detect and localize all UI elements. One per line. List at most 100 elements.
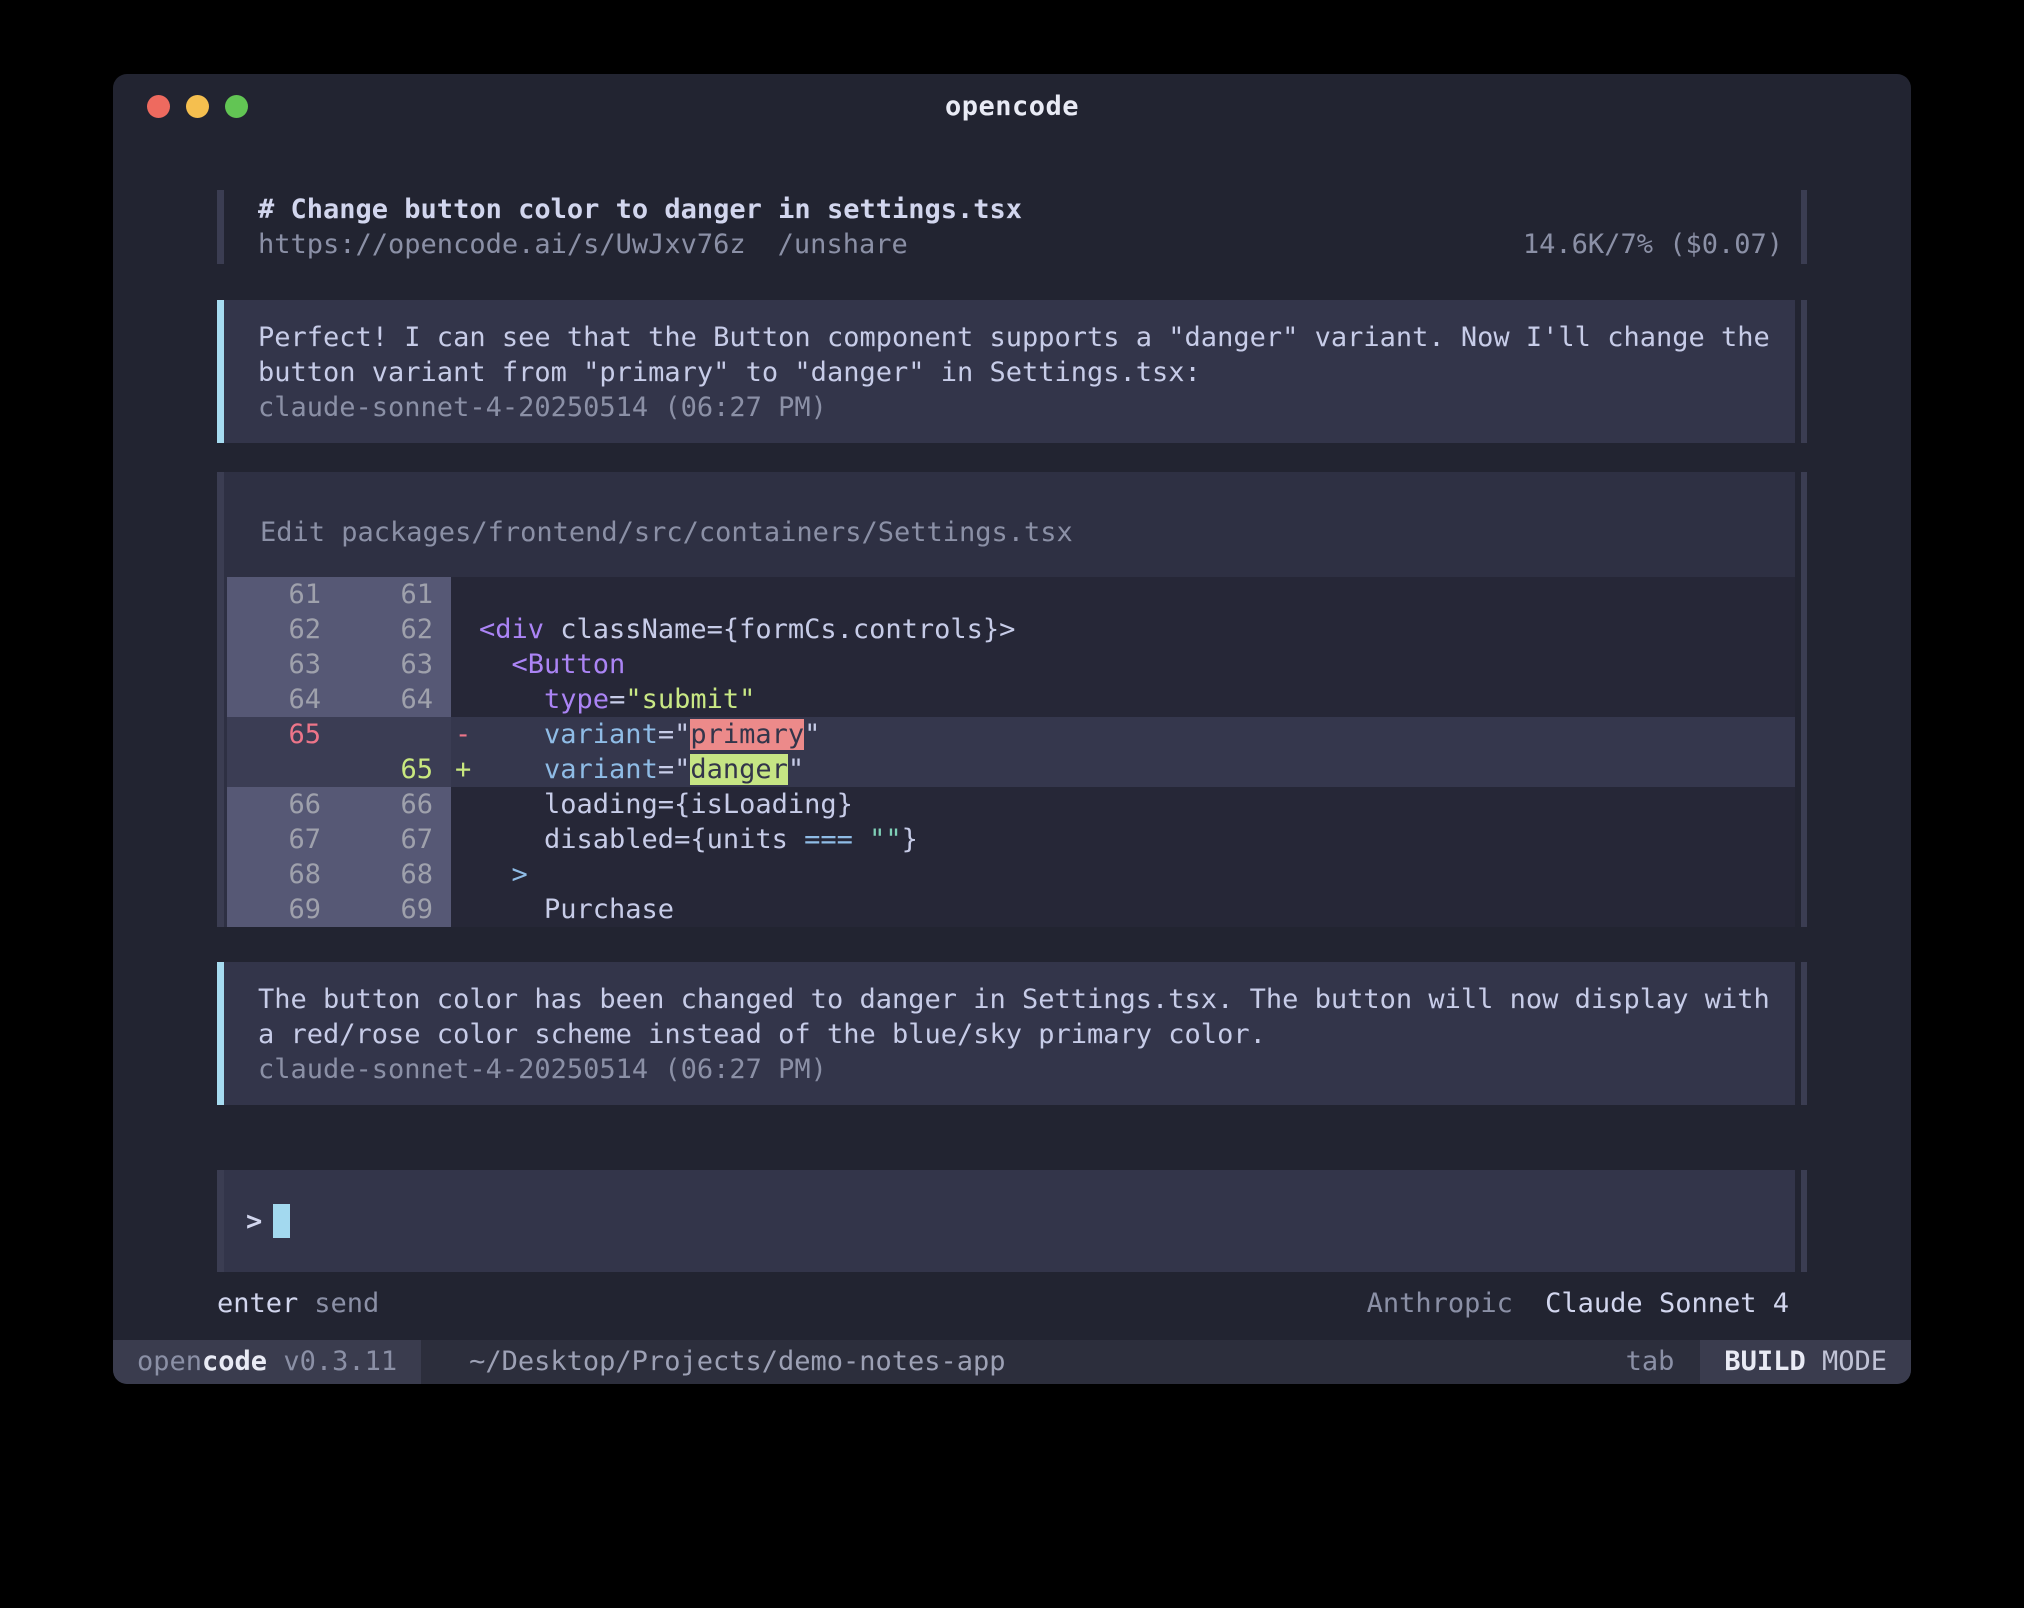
- code-token: [479, 859, 512, 890]
- code-token: [479, 719, 544, 750]
- code-token: "": [869, 824, 902, 855]
- code-line: variant="primary": [479, 717, 1795, 752]
- code-token: [479, 649, 512, 680]
- diff-marker: [451, 787, 479, 822]
- model-label: Claude Sonnet 4: [1545, 1288, 1789, 1319]
- new-line-number: 62: [339, 612, 451, 647]
- code-line: type="submit": [479, 682, 1795, 717]
- code-token: ===: [804, 824, 853, 855]
- mode-badge[interactable]: BUILD MODE: [1700, 1340, 1911, 1384]
- diff-row: 65+ variant="danger": [227, 752, 1795, 787]
- old-line-number: 65: [227, 717, 339, 752]
- diff-row: 6767 disabled={units === ""}: [227, 822, 1795, 857]
- message-line: Perfect! I can see that the Button compo…: [258, 320, 1775, 355]
- old-line-number: 61: [227, 577, 339, 612]
- code-line: loading={isLoading}: [479, 787, 1795, 822]
- code-token: <Button: [512, 649, 626, 680]
- old-line-number: 69: [227, 892, 339, 927]
- window-title: opencode: [113, 74, 1911, 138]
- code-line: disabled={units === ""}: [479, 822, 1795, 857]
- opencode-window: opencode # Change button color to danger…: [113, 74, 1911, 1384]
- code-line: <div className={formCs.controls}>: [479, 612, 1795, 647]
- token-cost-stats: 14.6K/7% ($0.07): [1523, 227, 1795, 262]
- diff-row: 6262 <div className={formCs.controls}>: [227, 612, 1795, 647]
- code-token: Purchase: [479, 894, 674, 925]
- old-line-number: 64: [227, 682, 339, 717]
- diff-rows: 61616262 <div className={formCs.controls}…: [224, 577, 1795, 927]
- edit-tool-block: Edit packages/frontend/src/containers/Se…: [217, 472, 1807, 927]
- brand-open: open: [137, 1346, 202, 1377]
- message-meta: claude-sonnet-4-20250514 (06:27 PM): [258, 390, 1775, 425]
- code-token: <div: [479, 614, 544, 645]
- code-token: className={formCs.controls}>: [544, 614, 1015, 645]
- diff-marker: [451, 577, 479, 612]
- mode-key: BUILD: [1724, 1346, 1805, 1377]
- new-line-number: 65: [339, 752, 451, 787]
- session-header: # Change button color to danger in setti…: [217, 190, 1807, 264]
- code-token: disabled={units: [479, 824, 804, 855]
- code-token: >: [512, 859, 528, 890]
- message-line: button variant from "primary" to "danger…: [258, 355, 1775, 390]
- code-token: variant: [544, 719, 658, 750]
- code-token: ": [788, 754, 804, 785]
- code-token: type: [544, 684, 609, 715]
- code-token: "submit": [625, 684, 755, 715]
- code-line: <Button: [479, 647, 1795, 682]
- send-label: send: [314, 1286, 379, 1321]
- share-url[interactable]: https://opencode.ai/s/UwJxv76z: [258, 227, 746, 262]
- status-bar: opencode v0.3.11 ~/Desktop/Projects/demo…: [113, 1340, 1911, 1384]
- code-token: loading={isLoading}: [479, 789, 853, 820]
- message-meta: claude-sonnet-4-20250514 (06:27 PM): [258, 1052, 1775, 1087]
- unshare-command[interactable]: /unshare: [778, 227, 908, 262]
- diff-marker: [451, 682, 479, 717]
- diff-row: 6969 Purchase: [227, 892, 1795, 927]
- new-line-number: 63: [339, 647, 451, 682]
- text-cursor: [273, 1204, 290, 1238]
- old-line-number: 62: [227, 612, 339, 647]
- assistant-message: Perfect! I can see that the Button compo…: [217, 300, 1807, 443]
- old-line-number: [227, 752, 339, 787]
- diff-marker: [451, 857, 479, 892]
- session-content: # Change button color to danger in setti…: [217, 190, 1807, 1321]
- session-title: # Change button color to danger in setti…: [258, 192, 1795, 227]
- diff-row: 6464 type="submit": [227, 682, 1795, 717]
- diff-marker: +: [451, 752, 479, 787]
- provider-label: Anthropic: [1367, 1288, 1513, 1319]
- prompt-chevron: >: [246, 1206, 262, 1237]
- diff-row: 65 - variant="primary": [227, 717, 1795, 752]
- code-token: [479, 754, 544, 785]
- old-line-number: 63: [227, 647, 339, 682]
- code-token: =": [658, 754, 691, 785]
- diff-row: 6363 <Button: [227, 647, 1795, 682]
- working-directory: ~/Desktop/Projects/demo-notes-app: [469, 1340, 1005, 1384]
- code-token: =": [658, 719, 691, 750]
- new-line-number: [339, 717, 451, 752]
- new-line-number: 69: [339, 892, 451, 927]
- code-token: [853, 824, 869, 855]
- app-version: v0.3.11: [283, 1346, 397, 1377]
- code-line: Purchase: [479, 892, 1795, 927]
- diff-row: 6161: [227, 577, 1795, 612]
- code-token: }: [902, 824, 918, 855]
- diff-marker: [451, 892, 479, 927]
- old-line-number: 67: [227, 822, 339, 857]
- code-line: [479, 577, 1795, 612]
- hint-row: enter send Anthropic Claude Sonnet 4: [217, 1286, 1807, 1321]
- message-line: a red/rose color scheme instead of the b…: [258, 1017, 1775, 1052]
- diff-marker: [451, 647, 479, 682]
- new-line-number: 64: [339, 682, 451, 717]
- diff-marker: -: [451, 717, 479, 752]
- old-line-number: 68: [227, 857, 339, 892]
- new-line-number: 61: [339, 577, 451, 612]
- diff-marker: [451, 612, 479, 647]
- code-token: [479, 684, 544, 715]
- diff-marker: [451, 822, 479, 857]
- code-line: variant="danger": [479, 752, 1795, 787]
- tab-key-hint[interactable]: tab: [1626, 1340, 1675, 1384]
- brand-code: code: [202, 1346, 267, 1377]
- prompt-input[interactable]: >: [217, 1170, 1807, 1272]
- new-line-number: 67: [339, 822, 451, 857]
- assistant-message: The button color has been changed to dan…: [217, 962, 1807, 1105]
- mode-label: MODE: [1822, 1346, 1887, 1377]
- code-token: primary: [690, 719, 804, 750]
